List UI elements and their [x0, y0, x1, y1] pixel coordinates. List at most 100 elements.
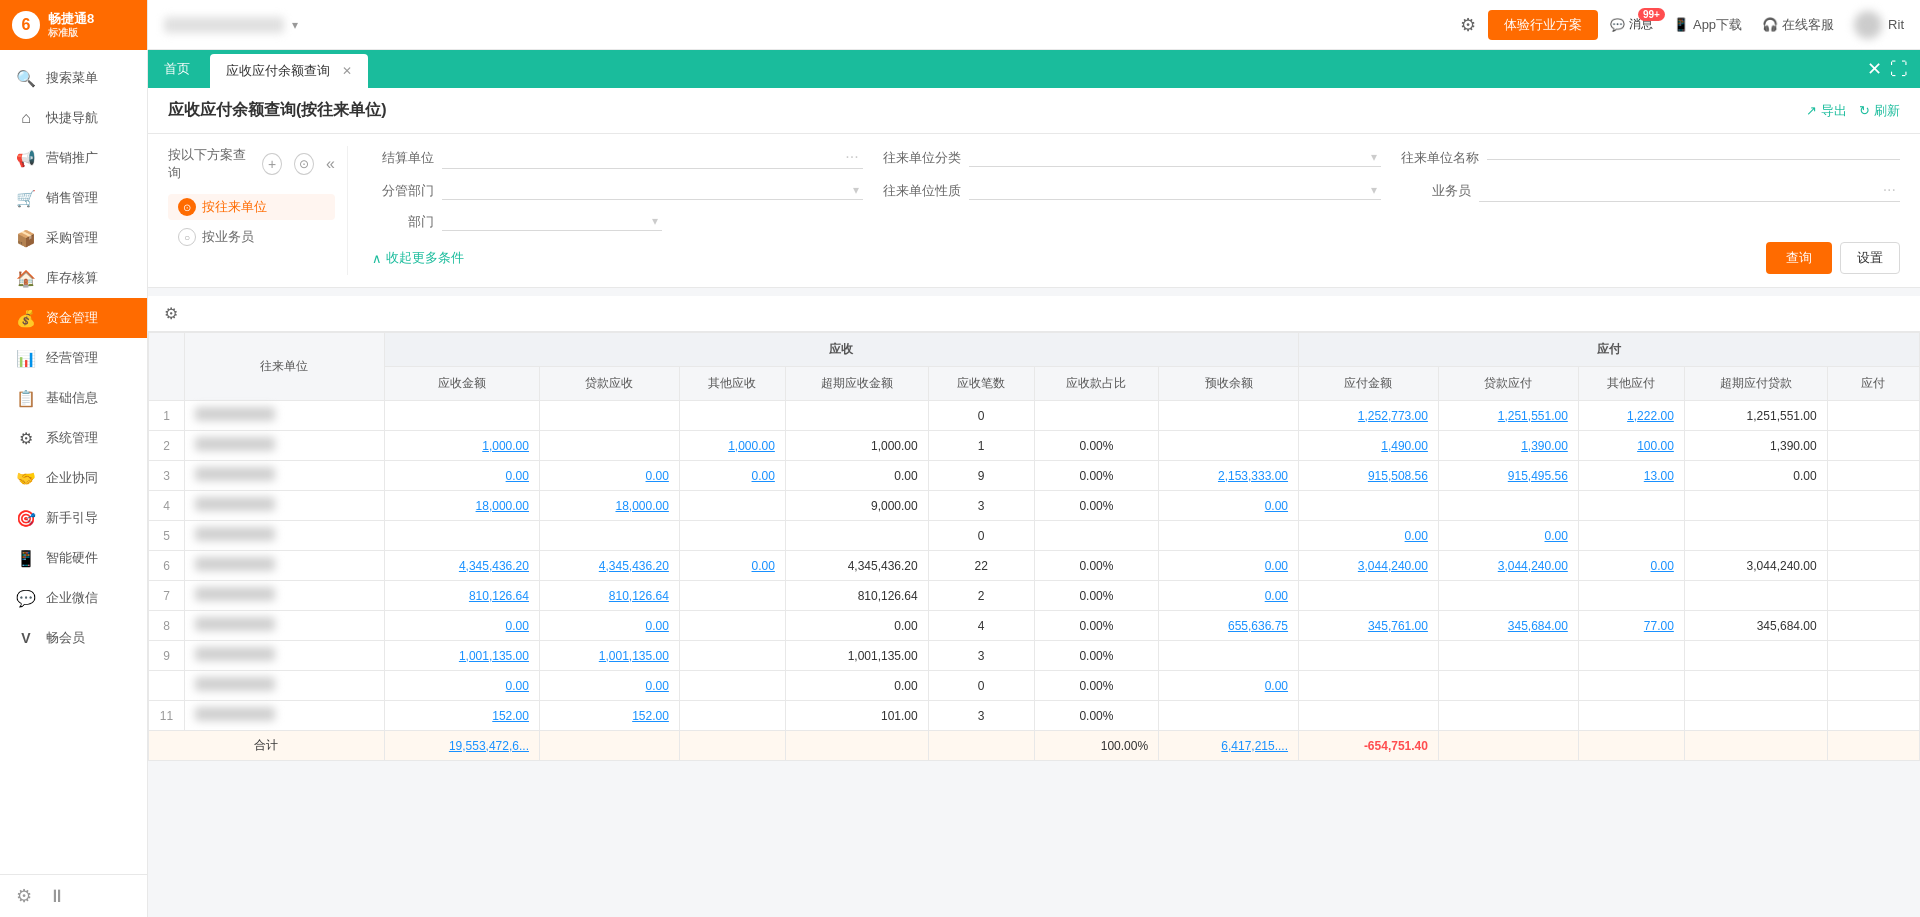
sidebar-item-corp[interactable]: 🤝 企业协同 — [0, 458, 147, 498]
finance-icon: 💰 — [16, 308, 36, 328]
filter-area: 按以下方案查询 + ⊙ « ⊙ 按往来单位 ○ — [148, 134, 1920, 288]
settings-button[interactable]: 设置 — [1840, 242, 1900, 274]
filter-main: 按以下方案查询 + ⊙ « ⊙ 按往来单位 ○ — [168, 146, 1900, 275]
promo-button[interactable]: 体验行业方案 — [1488, 10, 1598, 40]
sidebar-item-warehouse[interactable]: 🏠 库存核算 — [0, 258, 147, 298]
filter-add-button[interactable]: + — [262, 153, 282, 175]
total-ap-overdue — [1684, 731, 1827, 761]
main-content: 应收应付余额查询(按往来单位) ↗ 导出 ↻ 刷新 按以下方案查询 + ⊙ « — [148, 88, 1920, 917]
filter-group-settle: 结算单位 ··· — [364, 146, 863, 169]
table-row: 0.000.000.0000.00%0.00 — [149, 671, 1920, 701]
total-ar-count — [928, 731, 1034, 761]
sidebar-item-basic[interactable]: 📋 基础信息 — [0, 378, 147, 418]
filter-top: 按以下方案查询 + ⊙ « — [168, 146, 335, 182]
sidebar-item-label: 营销推广 — [46, 149, 98, 167]
tab-bar-right: ✕ ⛶ — [1867, 50, 1920, 88]
sidebar-item-system[interactable]: ⚙ 系统管理 — [0, 418, 147, 458]
sidebar-item-label: 快捷导航 — [46, 109, 98, 127]
table-row: 7810,126.64810,126.64810,126.6420.00%0.0… — [149, 581, 1920, 611]
sidebar-item-label: 库存核算 — [46, 269, 98, 287]
table-row: 101,252,773.001,251,551.001,222.001,251,… — [149, 401, 1920, 431]
tab-home[interactable]: 首页 — [148, 50, 206, 88]
export-icon: ↗ — [1806, 103, 1817, 118]
table-settings-icon[interactable]: ⚙ — [164, 304, 178, 323]
partner-cell — [185, 401, 385, 431]
tab-close-icon[interactable]: ✕ — [342, 64, 352, 78]
dept-input[interactable]: ▾ — [442, 212, 662, 231]
table-row: 80.000.000.0040.00%655,636.75345,761.003… — [149, 611, 1920, 641]
filter-collapse-icon[interactable]: « — [326, 155, 335, 173]
scheme-by-partner[interactable]: ⊙ 按往来单位 — [168, 194, 335, 220]
sidebar-item-operations[interactable]: 📊 经营管理 — [0, 338, 147, 378]
table-scroll[interactable]: 往来单位 应收 应付 应收金额 贷款应收 其他应收 超期应收金额 — [148, 332, 1920, 761]
th-group-ap: 应付 — [1299, 333, 1920, 367]
th-ar-amount: 应收金额 — [384, 367, 539, 401]
system-icon: ⚙ — [16, 428, 36, 448]
filter-label: 按以下方案查询 — [168, 146, 250, 182]
salesman-input[interactable]: ··· — [1479, 179, 1900, 202]
gear-icon[interactable]: ⚙ — [1460, 14, 1476, 36]
app-name: 畅捷通8 — [48, 11, 94, 27]
refresh-button[interactable]: ↻ 刷新 — [1859, 102, 1900, 120]
partner-cell — [185, 581, 385, 611]
th-ar-advance: 预收余额 — [1159, 367, 1299, 401]
message-badge: 99+ — [1638, 8, 1665, 21]
tab-expand-icon[interactable]: ⛶ — [1890, 59, 1908, 80]
partner-nature-input[interactable]: ▾ — [969, 181, 1382, 200]
partner-cell — [185, 521, 385, 551]
collapse-icon[interactable]: ⏸ — [48, 886, 66, 907]
total-label: 合计 — [149, 731, 385, 761]
wechat-icon: 💬 — [16, 588, 36, 608]
scheme-by-salesman[interactable]: ○ 按业务员 — [168, 224, 335, 250]
refresh-icon: ↻ — [1859, 103, 1870, 118]
sidebar-item-wechat[interactable]: 💬 企业微信 — [0, 578, 147, 618]
sidebar-item-finance[interactable]: 💰 资金管理 — [0, 298, 147, 338]
export-button[interactable]: ↗ 导出 — [1806, 102, 1847, 120]
sidebar-item-marketing[interactable]: 📢 营销推广 — [0, 138, 147, 178]
filter-row-3: 部门 ▾ — [364, 212, 1900, 231]
marketing-icon: 📢 — [16, 148, 36, 168]
partner-cat-input[interactable]: ▾ — [969, 148, 1382, 167]
sidebar-item-nav[interactable]: ⌂ 快捷导航 — [0, 98, 147, 138]
service-button[interactable]: 🎧 在线客服 — [1762, 16, 1834, 34]
total-ar-advance[interactable]: 6,417,215.... — [1159, 731, 1299, 761]
sidebar-item-label: 资金管理 — [46, 309, 98, 327]
filter-target-button[interactable]: ⊙ — [294, 153, 314, 175]
sidebar-item-label: 经营管理 — [46, 349, 98, 367]
page-title: 应收应付余额查询(按往来单位) — [168, 100, 387, 133]
tab-arbalance[interactable]: 应收应付余额查询 ✕ — [210, 54, 368, 88]
filter-group-salesman: 业务员 ··· — [1401, 179, 1900, 202]
settings-icon[interactable]: ⚙ — [16, 885, 32, 907]
sidebar-item-purchase[interactable]: 📦 采购管理 — [0, 218, 147, 258]
nav-icon: ⌂ — [16, 108, 36, 128]
header-right: 💬 消息 99+ 📱 App下载 🎧 在线客服 Rit — [1610, 11, 1904, 39]
user-menu[interactable]: Rit — [1854, 11, 1904, 39]
dept-mgr-input[interactable]: ▾ — [442, 181, 863, 200]
app-download-button[interactable]: 📱 App下载 — [1673, 16, 1742, 34]
query-button[interactable]: 查询 — [1766, 242, 1832, 274]
total-ar-overdue — [785, 731, 928, 761]
sidebar-item-member[interactable]: V 畅会员 — [0, 618, 147, 658]
partner-cell — [185, 491, 385, 521]
purchase-icon: 📦 — [16, 228, 36, 248]
table-row: 21,000.001,000.001,000.0010.00%1,490.001… — [149, 431, 1920, 461]
collapse-more-button[interactable]: ∧ 收起更多条件 — [364, 241, 472, 275]
sidebar-item-sales[interactable]: 🛒 销售管理 — [0, 178, 147, 218]
corp-icon: 🤝 — [16, 468, 36, 488]
partner-cell — [185, 611, 385, 641]
partner-cell — [185, 701, 385, 731]
sidebar-item-search[interactable]: 🔍 搜索菜单 — [0, 58, 147, 98]
partner-name-input[interactable] — [1487, 155, 1900, 160]
sidebar-item-label: 新手引导 — [46, 509, 98, 527]
settle-unit-input[interactable]: ··· — [442, 146, 863, 169]
sidebar-item-guide[interactable]: 🎯 新手引导 — [0, 498, 147, 538]
member-icon: V — [16, 628, 36, 648]
sidebar-item-hardware[interactable]: 📱 智能硬件 — [0, 538, 147, 578]
tab-close-all-icon[interactable]: ✕ — [1867, 58, 1882, 80]
message-button[interactable]: 💬 消息 99+ — [1610, 16, 1653, 33]
scheme-salesman-label: 按业务员 — [202, 228, 254, 246]
total-ar-amount[interactable]: 19,553,472,6... — [384, 731, 539, 761]
sidebar-item-label: 系统管理 — [46, 429, 98, 447]
salesman-label: 业务员 — [1401, 182, 1471, 200]
filter-group-dept: 部门 ▾ — [364, 212, 1900, 231]
